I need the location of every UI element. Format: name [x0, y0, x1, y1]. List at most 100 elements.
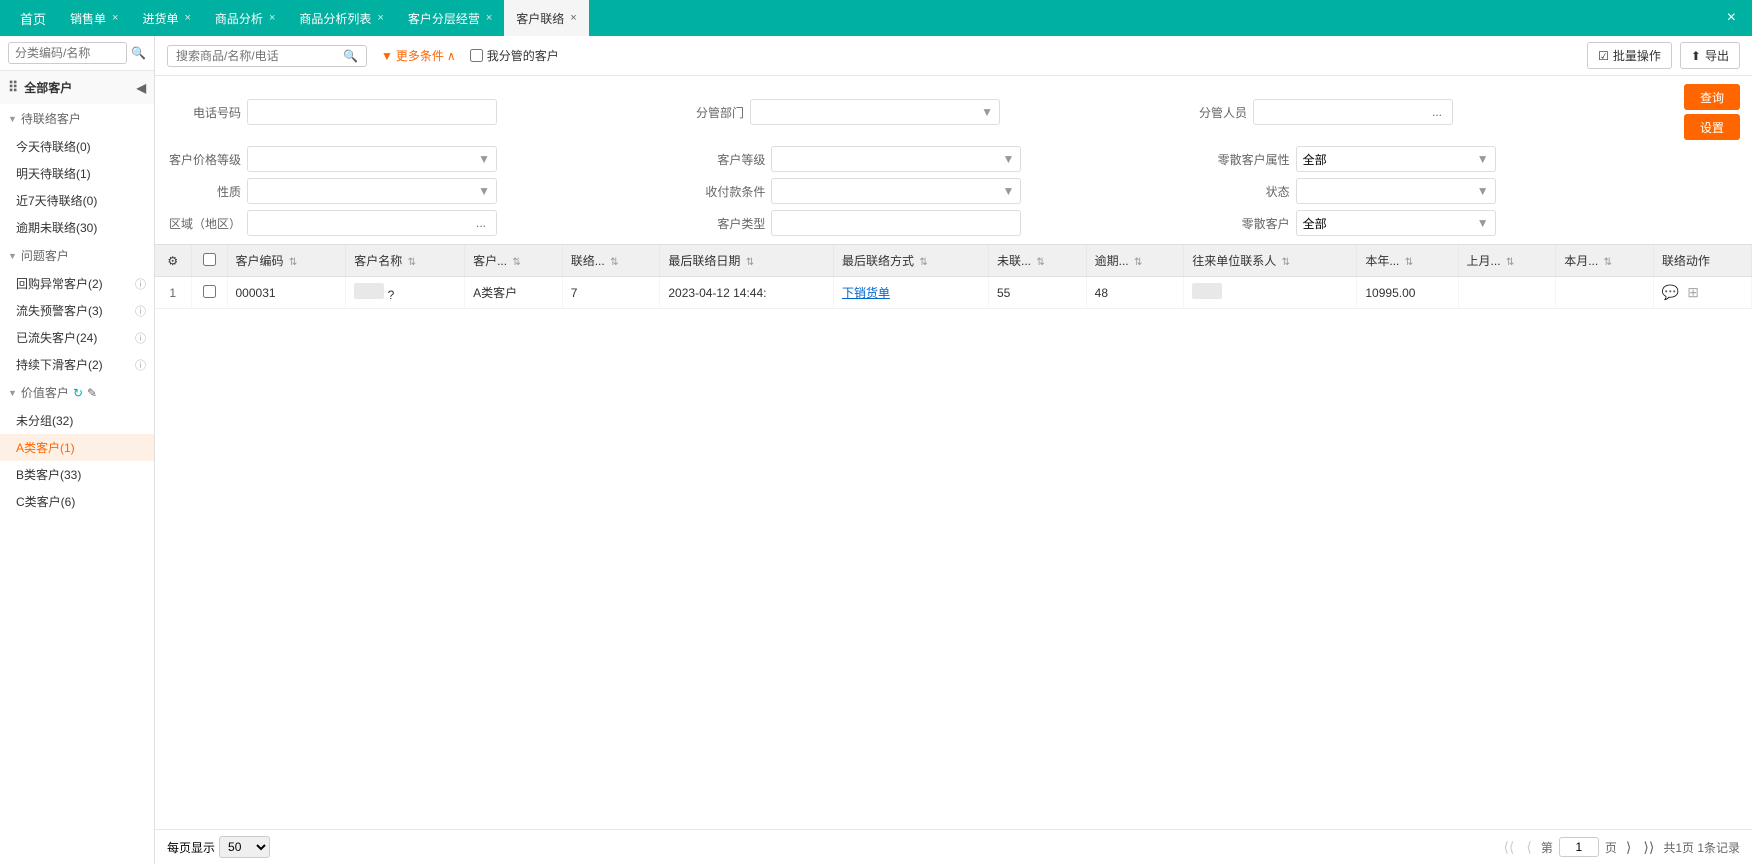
filter-person-select[interactable]: ...: [1253, 99, 1453, 125]
filter-dept-select[interactable]: ▼: [750, 99, 1000, 125]
table-area: ⚙ 客户编码 ⇅ 客户名称 ⇅ 客户... ⇅ 联络... ⇅ 最后联络日期 ⇅…: [155, 245, 1752, 829]
close-analysis-tab[interactable]: ×: [269, 12, 275, 24]
sidebar-search-icon[interactable]: 🔍: [131, 46, 146, 60]
last-method-link[interactable]: 下销货单: [842, 286, 890, 300]
person-dots-icon[interactable]: ...: [1428, 105, 1446, 119]
sidebar-item-overdue[interactable]: 逾期未联络(30): [0, 214, 154, 241]
cell-code: 000031: [227, 277, 346, 309]
col-overdue[interactable]: 逾期... ⇅: [1086, 245, 1184, 277]
sidebar-item-today[interactable]: 今天待联络(0): [0, 133, 154, 160]
row-checkbox[interactable]: [203, 285, 216, 298]
filter-person-label: 分管人员: [1173, 104, 1253, 121]
col-this-month[interactable]: 本月... ⇅: [1556, 245, 1654, 277]
filter-phone-label: 电话号码: [167, 104, 247, 121]
sidebar-item-class-b[interactable]: B类客户(33): [0, 461, 154, 488]
filter-phone-input[interactable]: [247, 99, 497, 125]
cell-contact: 7: [562, 277, 660, 309]
filter-customer-type-select[interactable]: [771, 210, 1021, 236]
my-customers-checkbox-label[interactable]: 我分管的客户: [470, 47, 559, 64]
search-icon[interactable]: 🔍: [343, 49, 358, 63]
export-button[interactable]: ⬆ 导出: [1680, 42, 1740, 69]
filter-retail-customer-select[interactable]: 全部 ▼: [1296, 210, 1496, 236]
sidebar-item-churn-warning[interactable]: 流失预警客户(3) ⓘ: [0, 297, 154, 324]
last-month-sort-icon: ⇅: [1506, 257, 1514, 268]
col-this-year[interactable]: 本年... ⇅: [1357, 245, 1458, 277]
page-input[interactable]: [1559, 837, 1599, 857]
close-customer-tier-tab[interactable]: ×: [486, 12, 492, 24]
filter-dept: 分管部门 ▼: [670, 99, 1173, 125]
nav-tab-sales[interactable]: 销售单 ×: [58, 0, 130, 36]
col-last-month[interactable]: 上月... ⇅: [1458, 245, 1556, 277]
sidebar-search-input[interactable]: [8, 42, 127, 64]
prev-page-button[interactable]: ⟨: [1523, 839, 1534, 856]
col-name[interactable]: 客户名称 ⇅: [346, 245, 465, 277]
filter-payment-label: 收付款条件: [691, 183, 771, 200]
cell-type: A类客户: [465, 277, 563, 309]
uncontacted-sort-icon: ⇅: [1036, 257, 1044, 268]
col-contact2[interactable]: 往来单位联系人 ⇅: [1184, 245, 1357, 277]
name-color-block: [354, 283, 384, 299]
filter-price-level-select[interactable]: ▼: [247, 146, 497, 172]
nav-tab-analysis-list[interactable]: 商品分析列表 ×: [287, 0, 395, 36]
filter-panel: 电话号码 分管部门 ▼ 分管人员 ...: [155, 76, 1752, 245]
sidebar-collapse-button[interactable]: ◀: [137, 81, 146, 95]
setting-button[interactable]: 设置: [1684, 114, 1740, 140]
col-code[interactable]: 客户编码 ⇅: [227, 245, 346, 277]
next-page-button[interactable]: ⟩: [1623, 839, 1634, 856]
nav-tab-purchase[interactable]: 进货单 ×: [130, 0, 202, 36]
search-input[interactable]: [176, 49, 343, 63]
close-purchase-tab[interactable]: ×: [184, 12, 190, 24]
filter-customer-level-select[interactable]: ▼: [771, 146, 1021, 172]
filter-region-select[interactable]: ...: [247, 210, 497, 236]
info-icon-2: ⓘ: [135, 303, 146, 319]
batch-operation-button[interactable]: ☑ 批量操作: [1587, 42, 1672, 69]
qr-icon[interactable]: ⊞: [1687, 284, 1699, 301]
col-uncontacted[interactable]: 未联... ⇅: [988, 245, 1086, 277]
col-contact[interactable]: 联络... ⇅: [562, 245, 660, 277]
col-type[interactable]: 客户... ⇅: [465, 245, 563, 277]
cell-last-date: 2023-04-12 14:44:: [660, 277, 834, 309]
filter-retail-attr-select[interactable]: 全部 ▼: [1296, 146, 1496, 172]
sidebar-item-declining[interactable]: 持续下滑客户(2) ⓘ: [0, 351, 154, 378]
chat-icon[interactable]: 💬: [1662, 284, 1679, 301]
query-button[interactable]: 查询: [1684, 84, 1740, 110]
close-all-button[interactable]: ×: [1719, 9, 1744, 27]
sidebar-item-tomorrow[interactable]: 明天待联络(1): [0, 160, 154, 187]
sidebar-item-class-a[interactable]: A类客户(1): [0, 434, 154, 461]
value-section-header: 价值客户 ↻ ✎: [0, 378, 154, 407]
sidebar-item-7days[interactable]: 近7天待联络(0): [0, 187, 154, 214]
per-page-select[interactable]: 50 100 200: [219, 836, 270, 858]
filter-status-select[interactable]: ▼: [1296, 178, 1496, 204]
nav-tab-customer-tier[interactable]: 客户分层经营 ×: [396, 0, 504, 36]
last-page-button[interactable]: ⟩⟩: [1640, 839, 1657, 856]
top-nav: 首页 销售单 × 进货单 × 商品分析 × 商品分析列表 × 客户分层经营 × …: [0, 0, 1752, 36]
sidebar-item-class-c[interactable]: C类客户(6): [0, 488, 154, 515]
cell-last-method[interactable]: 下销货单: [834, 277, 989, 309]
search-box: 🔍: [167, 45, 367, 67]
col-settings[interactable]: ⚙: [155, 245, 191, 277]
col-last-date[interactable]: 最后联络日期 ⇅: [660, 245, 834, 277]
nav-tab-analysis[interactable]: 商品分析 ×: [203, 0, 287, 36]
sidebar-all-customers-header[interactable]: ⠿ 全部客户 ◀: [0, 71, 154, 104]
close-customer-contact-tab[interactable]: ×: [570, 12, 576, 24]
value-refresh-icon[interactable]: ↻: [73, 386, 83, 400]
nav-tab-customer-contact[interactable]: 客户联络 ×: [504, 0, 588, 36]
my-customers-checkbox[interactable]: [470, 49, 483, 62]
more-filter-button[interactable]: ▼ 更多条件 ∧: [375, 47, 462, 64]
name-sort-icon: ⇅: [408, 257, 416, 268]
col-action: 联络动作: [1653, 245, 1751, 277]
region-dots-icon[interactable]: ...: [472, 216, 490, 230]
close-analysis-list-tab[interactable]: ×: [377, 12, 383, 24]
sidebar-item-ungrouped[interactable]: 未分组(32): [0, 407, 154, 434]
filter-price-level-label: 客户价格等级: [167, 151, 247, 168]
nav-home[interactable]: 首页: [8, 9, 58, 28]
sidebar-item-repurchase-abnormal[interactable]: 回购异常客户(2) ⓘ: [0, 270, 154, 297]
filter-payment-select[interactable]: ▼: [771, 178, 1021, 204]
close-sales-tab[interactable]: ×: [112, 12, 118, 24]
first-page-button[interactable]: ⟨⟨: [1500, 839, 1517, 856]
col-last-method[interactable]: 最后联络方式 ⇅: [834, 245, 989, 277]
sidebar-item-churned[interactable]: 已流失客户(24) ⓘ: [0, 324, 154, 351]
filter-nature-select[interactable]: ▼: [247, 178, 497, 204]
value-edit-icon[interactable]: ✎: [87, 386, 97, 400]
select-all-checkbox[interactable]: [203, 253, 216, 266]
